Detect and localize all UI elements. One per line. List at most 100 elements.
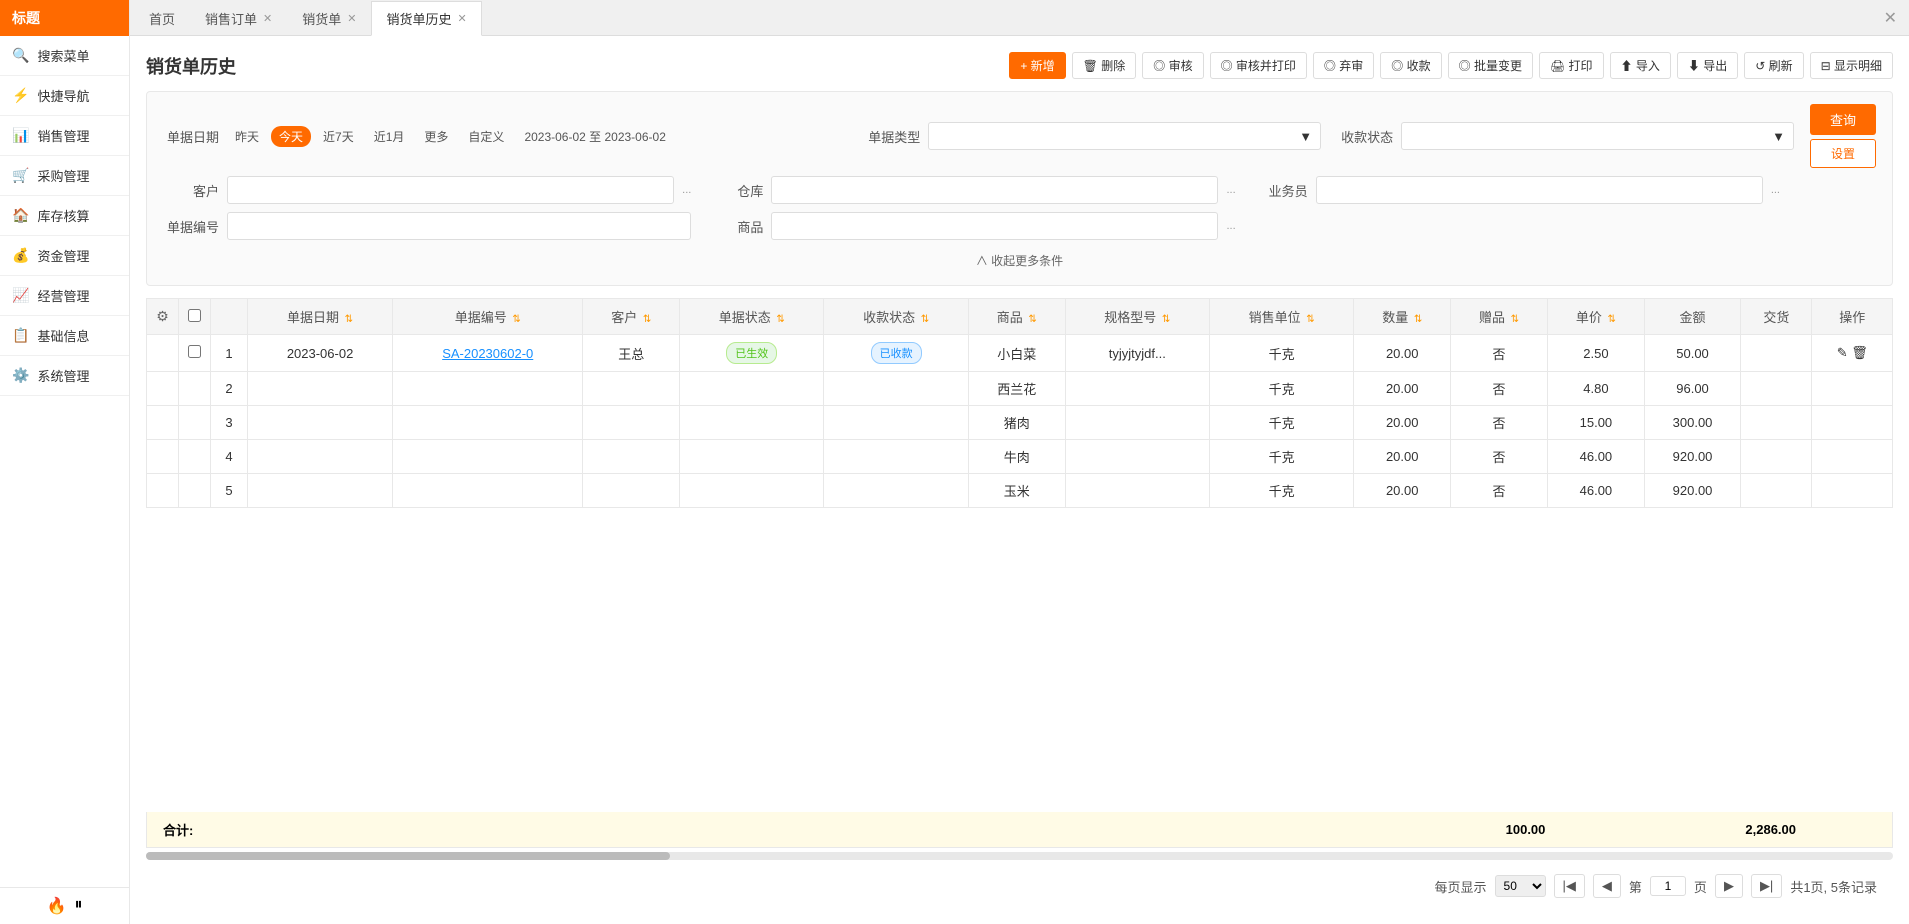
th-unit[interactable]: 销售单位 ⇅	[1209, 299, 1353, 335]
tab-sales-order-label: 销售订单	[205, 9, 257, 28]
review-button[interactable]: ◎ 审核	[1142, 52, 1203, 79]
th-spec[interactable]: 规格型号 ⇅	[1065, 299, 1209, 335]
data-table: ⚙ 单据日期 ⇅ 单据编号 ⇅ 客户 ⇅ 单据状态 ⇅ 收款状态 ⇅ 商品 ⇅ …	[146, 298, 1893, 508]
page-number-input[interactable]	[1650, 876, 1686, 896]
tab-sales-order-close[interactable]: ✕	[263, 12, 272, 25]
th-quantity[interactable]: 数量 ⇅	[1354, 299, 1451, 335]
cell-actions[interactable]	[1812, 406, 1893, 440]
collect-button[interactable]: ◎ 收款	[1380, 52, 1441, 79]
docno-input[interactable]	[227, 212, 691, 240]
customer-input[interactable]	[227, 176, 674, 204]
sidebar-item-search-menu[interactable]: 🔍 搜索菜单	[0, 36, 129, 76]
cell-checkbox[interactable]	[179, 406, 211, 440]
horizontal-scrollbar[interactable]	[146, 852, 1893, 860]
th-pay-status[interactable]: 收款状态 ⇅	[824, 299, 968, 335]
tab-sales-goods[interactable]: 销货单 ✕	[287, 0, 371, 35]
next-page-button[interactable]: ▶	[1715, 874, 1743, 898]
tab-home[interactable]: 首页	[134, 0, 190, 35]
cell-doc-no[interactable]	[393, 440, 583, 474]
date-chip-7days[interactable]: 近7天	[315, 126, 362, 147]
sidebar-header: 标题	[0, 0, 129, 36]
warehouse-more-icon[interactable]: ...	[1226, 184, 1235, 196]
home-icon: 🏠	[12, 207, 29, 224]
sidebar-item-quick-nav[interactable]: ⚡ 快捷导航	[0, 76, 129, 116]
goods-more-icon[interactable]: ...	[1226, 220, 1235, 232]
warehouse-label: 仓库	[707, 181, 763, 200]
select-all-checkbox[interactable]	[188, 309, 201, 322]
new-button[interactable]: + 新增	[1009, 52, 1065, 79]
sidebar-item-sys-mgmt[interactable]: ⚙️ 系统管理	[0, 356, 129, 396]
cell-doc-no[interactable]	[393, 372, 583, 406]
gear-icon: ⚙️	[12, 367, 29, 384]
show-detail-button[interactable]: ⊟ 显示明细	[1810, 52, 1893, 79]
date-chip-1month[interactable]: 近1月	[366, 126, 413, 147]
th-doc-date[interactable]: 单据日期 ⇅	[247, 299, 392, 335]
sidebar-item-inventory[interactable]: 🏠 库存核算	[0, 196, 129, 236]
last-page-button[interactable]: ▶|	[1751, 874, 1782, 898]
tab-sales-goods-close[interactable]: ✕	[347, 12, 356, 25]
cell-actions[interactable]	[1812, 474, 1893, 508]
sidebar-item-purchase-mgmt[interactable]: 🛒 采购管理	[0, 156, 129, 196]
print-button[interactable]: 🖨 打印	[1539, 52, 1604, 79]
cell-pay-status: 已收款	[824, 335, 968, 372]
doc-no-link[interactable]: SA-20230602-0	[442, 346, 533, 361]
payment-status-select[interactable]: ▼	[1401, 122, 1794, 150]
cell-doc-no[interactable]	[393, 474, 583, 508]
tab-sales-history[interactable]: 销货单历史 ✕	[371, 1, 481, 36]
goods-input[interactable]	[771, 212, 1218, 240]
per-page-select[interactable]: 50 100 200	[1495, 875, 1546, 897]
th-gift[interactable]: 赠品 ⇅	[1451, 299, 1548, 335]
collapse-button[interactable]: ∧ 收起更多条件	[972, 248, 1067, 273]
sidebar-item-label: 搜索菜单	[37, 46, 89, 65]
cell-checkbox[interactable]	[179, 335, 211, 372]
cell-actions[interactable]	[1812, 440, 1893, 474]
date-chip-custom[interactable]: 自定义	[460, 126, 512, 147]
cell-actions[interactable]: ✎ 🗑	[1812, 335, 1893, 372]
salesperson-more-icon[interactable]: ...	[1771, 184, 1780, 196]
refresh-button[interactable]: ↺ 刷新	[1744, 52, 1803, 79]
sidebar-item-finance[interactable]: 💰 资金管理	[0, 236, 129, 276]
batch-change-button[interactable]: ◎ 批量变更	[1448, 52, 1533, 79]
date-chip-more[interactable]: 更多	[416, 126, 456, 147]
doc-type-select[interactable]: ▼	[928, 122, 1321, 150]
salesperson-input[interactable]	[1316, 176, 1763, 204]
sidebar-item-operations[interactable]: 📈 经营管理	[0, 276, 129, 316]
fire-icon[interactable]: 🔥	[47, 896, 67, 916]
sidebar-item-sales-mgmt[interactable]: 📊 销售管理	[0, 116, 129, 156]
cell-checkbox[interactable]	[179, 440, 211, 474]
tab-sales-history-close[interactable]: ✕	[458, 12, 467, 25]
date-chip-yesterday[interactable]: 昨天	[227, 126, 267, 147]
cell-unit-price: 4.80	[1547, 372, 1644, 406]
cell-doc-no[interactable]	[393, 406, 583, 440]
table-header-row: ⚙ 单据日期 ⇅ 单据编号 ⇅ 客户 ⇅ 单据状态 ⇅ 收款状态 ⇅ 商品 ⇅ …	[147, 299, 1893, 335]
query-button[interactable]: 查询	[1810, 104, 1876, 135]
pause-icon[interactable]: ⏸	[74, 896, 82, 916]
sidebar-item-base-info[interactable]: 📋 基础信息	[0, 316, 129, 356]
th-goods[interactable]: 商品 ⇅	[968, 299, 1065, 335]
cell-checkbox[interactable]	[179, 372, 211, 406]
import-button[interactable]: ⬆ 导入	[1610, 52, 1671, 79]
cell-checkbox[interactable]	[179, 474, 211, 508]
table-settings-gear[interactable]: ⚙	[156, 308, 169, 324]
cell-doc-no[interactable]: SA-20230602-0	[393, 335, 583, 372]
total-label: 合计:	[163, 820, 223, 839]
date-chip-today[interactable]: 今天	[271, 126, 311, 147]
customer-more-icon[interactable]: ...	[682, 184, 691, 196]
review-print-button[interactable]: ◎ 审核并打印	[1210, 52, 1307, 79]
prev-page-button[interactable]: ◀	[1593, 874, 1621, 898]
abandon-button[interactable]: ◎ 弃审	[1313, 52, 1374, 79]
export-button[interactable]: ⬇ 导出	[1677, 52, 1738, 79]
window-close-button[interactable]: ✕	[1876, 4, 1905, 32]
doc-type-label: 单据类型	[864, 127, 920, 146]
delete-button[interactable]: 🗑 删除	[1072, 52, 1137, 79]
first-page-button[interactable]: |◀	[1554, 874, 1585, 898]
tab-sales-order[interactable]: 销售订单 ✕	[190, 0, 287, 35]
th-unit-price[interactable]: 单价 ⇅	[1547, 299, 1644, 335]
pagination: 每页显示 50 100 200 |◀ ◀ 第 页 ▶ ▶| 共1页, 5条记录	[146, 864, 1893, 908]
th-customer[interactable]: 客户 ⇅	[583, 299, 680, 335]
warehouse-input[interactable]	[771, 176, 1218, 204]
th-doc-status[interactable]: 单据状态 ⇅	[680, 299, 824, 335]
cell-actions[interactable]	[1812, 372, 1893, 406]
filter-settings-button[interactable]: 设置	[1810, 139, 1876, 168]
th-doc-no[interactable]: 单据编号 ⇅	[393, 299, 583, 335]
